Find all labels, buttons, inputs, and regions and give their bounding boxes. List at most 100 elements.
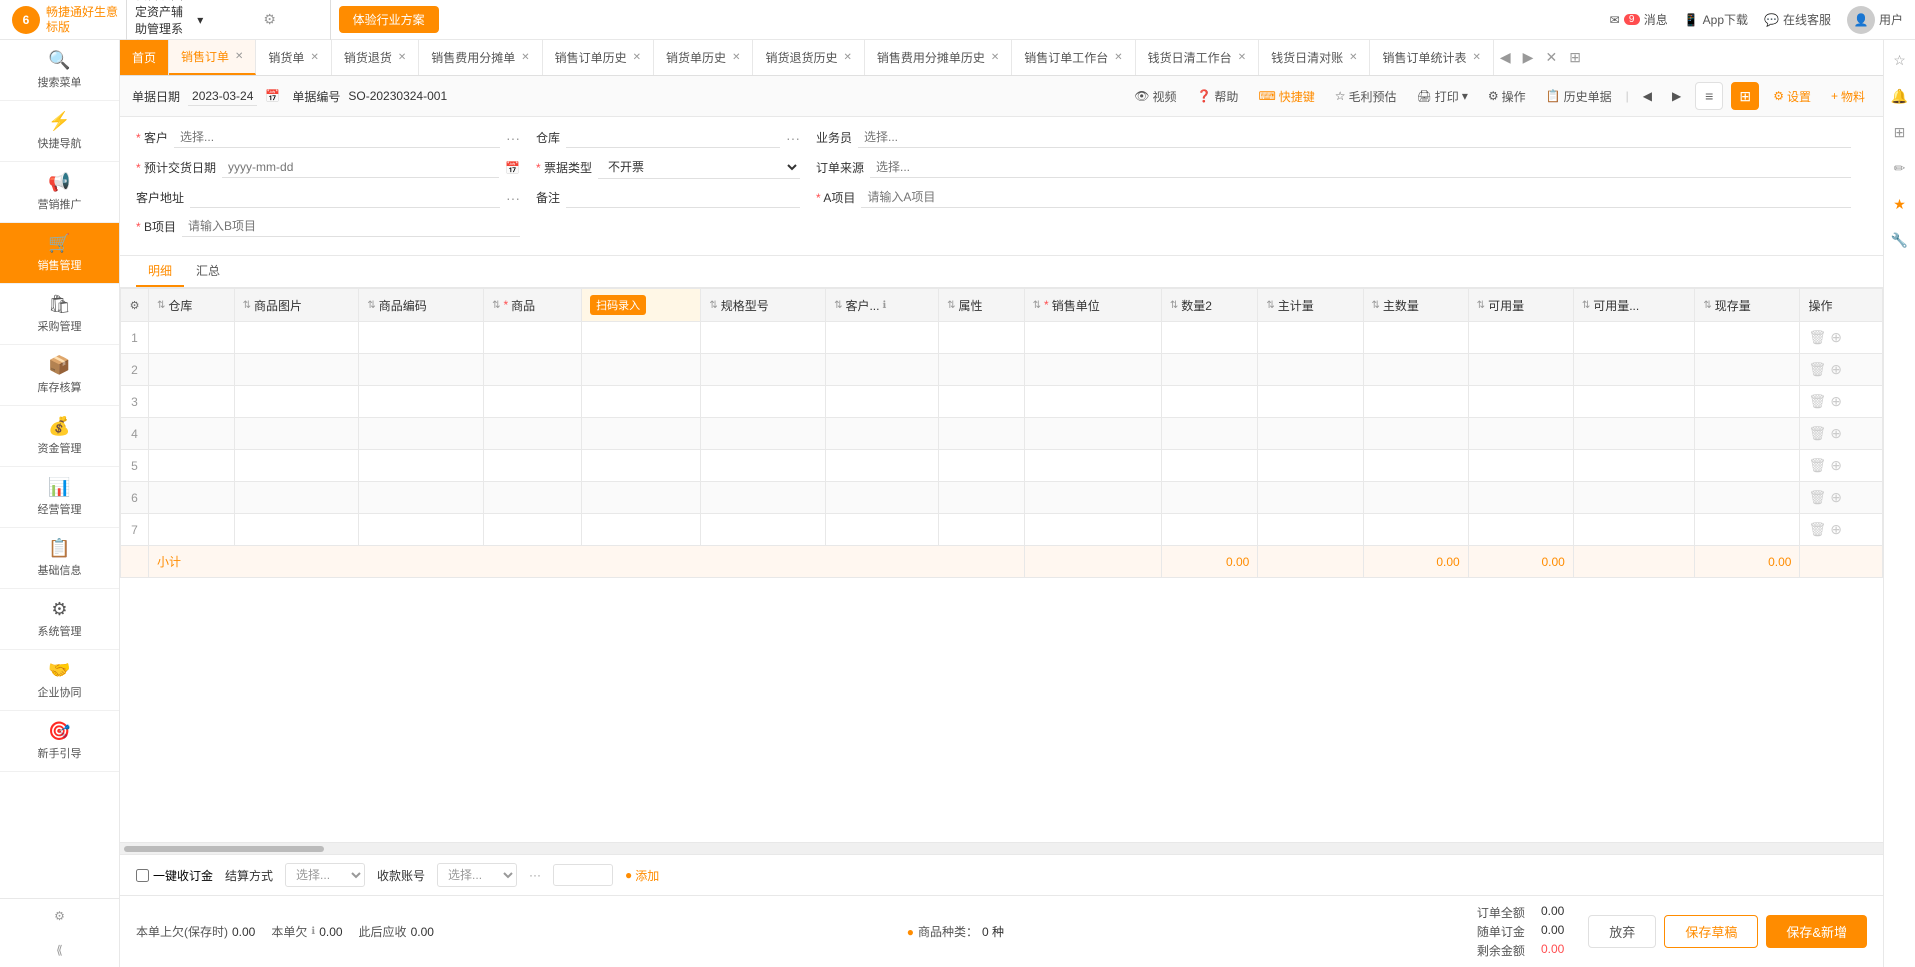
help-btn[interactable]: ❓ 帮助: [1190, 86, 1244, 107]
profit-btn[interactable]: ☆ 毛利预估: [1329, 86, 1403, 107]
cell-scan[interactable]: [582, 386, 701, 418]
cell-available2[interactable]: [1573, 514, 1694, 546]
cell-qty2[interactable]: [1161, 482, 1257, 514]
close-icon[interactable]: ✕: [398, 52, 406, 63]
cell-main-unit[interactable]: [1258, 322, 1363, 354]
cell-product-img[interactable]: [234, 418, 359, 450]
cell-stock[interactable]: [1695, 514, 1800, 546]
cell-scan[interactable]: [582, 322, 701, 354]
calendar-icon[interactable]: 📅: [505, 161, 520, 175]
tab-sales-cost[interactable]: 销售费用分摊单 ✕: [419, 40, 542, 75]
close-icon[interactable]: ✕: [1114, 52, 1122, 63]
sort-icon[interactable]: ⇅: [1266, 300, 1274, 311]
cell-unit[interactable]: [1024, 354, 1161, 386]
one-click-checkbox[interactable]: [136, 869, 149, 882]
cell-available[interactable]: [1468, 322, 1573, 354]
cell-main-qty[interactable]: [1363, 514, 1468, 546]
sidebar-item-guide[interactable]: 🎯 新手引导: [0, 711, 119, 772]
cell-customer-code[interactable]: [826, 514, 939, 546]
cell-available[interactable]: [1468, 514, 1573, 546]
cell-scan[interactable]: [582, 418, 701, 450]
sort-icon[interactable]: ⇅: [947, 300, 955, 311]
save-new-btn[interactable]: 保存&新增: [1766, 915, 1867, 948]
sidebar-item-finance[interactable]: 💰 资金管理: [0, 406, 119, 467]
cell-warehouse[interactable]: [149, 482, 235, 514]
cell-available[interactable]: [1468, 418, 1573, 450]
cell-product[interactable]: [484, 386, 582, 418]
sidebar-collapse-btn[interactable]: ⟪: [0, 933, 119, 967]
cell-main-qty[interactable]: [1363, 386, 1468, 418]
tab-sales-order[interactable]: 销售订单 ✕: [169, 40, 256, 75]
cell-main-qty[interactable]: [1363, 450, 1468, 482]
cell-stock[interactable]: [1695, 322, 1800, 354]
cell-unit[interactable]: [1024, 386, 1161, 418]
tab-prev-btn[interactable]: ◀: [1494, 40, 1517, 75]
sidebar-item-search[interactable]: 🔍 搜索菜单: [0, 40, 119, 101]
cell-spec[interactable]: [701, 322, 826, 354]
cell-stock[interactable]: [1695, 450, 1800, 482]
copy-icon[interactable]: ⊕: [1830, 489, 1842, 506]
delete-icon[interactable]: 🗑: [1808, 329, 1826, 346]
cell-spec[interactable]: [701, 450, 826, 482]
sort-icon[interactable]: ⇅: [243, 300, 251, 311]
cell-qty2[interactable]: [1161, 354, 1257, 386]
dots-icon[interactable]: ···: [529, 868, 541, 882]
cell-warehouse[interactable]: [149, 450, 235, 482]
tab-daily-reconcile[interactable]: 钱货日清对账 ✕: [1259, 40, 1370, 75]
add-material-btn[interactable]: + 物料: [1825, 86, 1871, 107]
tab-detail[interactable]: 明细: [136, 256, 184, 287]
delete-icon[interactable]: 🗑: [1808, 393, 1826, 410]
industry-btn[interactable]: 体验行业方案: [339, 6, 439, 33]
tab-cost-history[interactable]: 销售费用分摊单历史 ✕: [865, 40, 1012, 75]
copy-icon[interactable]: ⊕: [1830, 457, 1842, 474]
scan-btn[interactable]: 扫码录入: [590, 295, 646, 315]
sidebar-item-marketing[interactable]: 📢 营销推广: [0, 162, 119, 223]
settings-icon[interactable]: ⚙: [263, 11, 321, 28]
operation-btn[interactable]: ⚙ 操作: [1482, 86, 1532, 107]
delete-icon[interactable]: 🗑: [1808, 521, 1826, 538]
cell-main-unit[interactable]: [1258, 482, 1363, 514]
tab-home[interactable]: 首页: [120, 40, 169, 75]
order-source-input[interactable]: [870, 157, 1851, 178]
account-select[interactable]: 选择...: [437, 863, 517, 887]
close-icon[interactable]: ✕: [633, 52, 641, 63]
cell-warehouse[interactable]: [149, 322, 235, 354]
tab-order-workbench[interactable]: 销售订单工作台 ✕: [1012, 40, 1135, 75]
cell-spec[interactable]: [701, 514, 826, 546]
sort-icon[interactable]: ⇅: [1170, 300, 1178, 311]
cell-customer-code[interactable]: [826, 450, 939, 482]
tab-expand-btn[interactable]: ⊞: [1563, 40, 1587, 75]
cell-product-code[interactable]: [359, 514, 484, 546]
close-icon[interactable]: ✕: [843, 52, 851, 63]
nav-prev-btn[interactable]: ◀: [1637, 87, 1658, 105]
sidebar-item-collaboration[interactable]: 🤝 企业协同: [0, 650, 119, 711]
message-icon-area[interactable]: ✉ 9 消息: [1610, 11, 1668, 28]
cell-spec[interactable]: [701, 386, 826, 418]
cell-unit[interactable]: [1024, 482, 1161, 514]
nav-next-btn[interactable]: ▶: [1666, 87, 1687, 105]
cell-available2[interactable]: [1573, 386, 1694, 418]
settings-btn[interactable]: ⚙ 设置: [1767, 86, 1817, 107]
a-project-input[interactable]: [861, 187, 1851, 208]
sidebar-item-basic-info[interactable]: 📋 基础信息: [0, 528, 119, 589]
sidebar-item-purchase[interactable]: 🛍 采购管理: [0, 284, 119, 345]
close-icon[interactable]: ✕: [732, 52, 740, 63]
delete-icon[interactable]: 🗑: [1808, 425, 1826, 442]
close-icon[interactable]: ✕: [1473, 52, 1481, 63]
warehouse-more-btn[interactable]: ···: [786, 130, 800, 146]
cell-product[interactable]: [484, 322, 582, 354]
cell-attribute[interactable]: [939, 450, 1025, 482]
tab-return-history[interactable]: 销货退货历史 ✕: [753, 40, 864, 75]
cell-main-unit[interactable]: [1258, 354, 1363, 386]
cell-qty2[interactable]: [1161, 386, 1257, 418]
copy-icon[interactable]: ⊕: [1830, 425, 1842, 442]
cell-available[interactable]: [1468, 386, 1573, 418]
customer-input[interactable]: [174, 127, 500, 148]
cell-product-code[interactable]: [359, 418, 484, 450]
tab-daily-workbench[interactable]: 钱货日清工作台 ✕: [1136, 40, 1259, 75]
history-btn[interactable]: 📋 历史单据: [1540, 86, 1618, 107]
cell-attribute[interactable]: [939, 482, 1025, 514]
sidebar-item-operations[interactable]: 📊 经营管理: [0, 467, 119, 528]
cell-available2[interactable]: [1573, 450, 1694, 482]
save-draft-btn[interactable]: 保存草稿: [1664, 915, 1758, 948]
